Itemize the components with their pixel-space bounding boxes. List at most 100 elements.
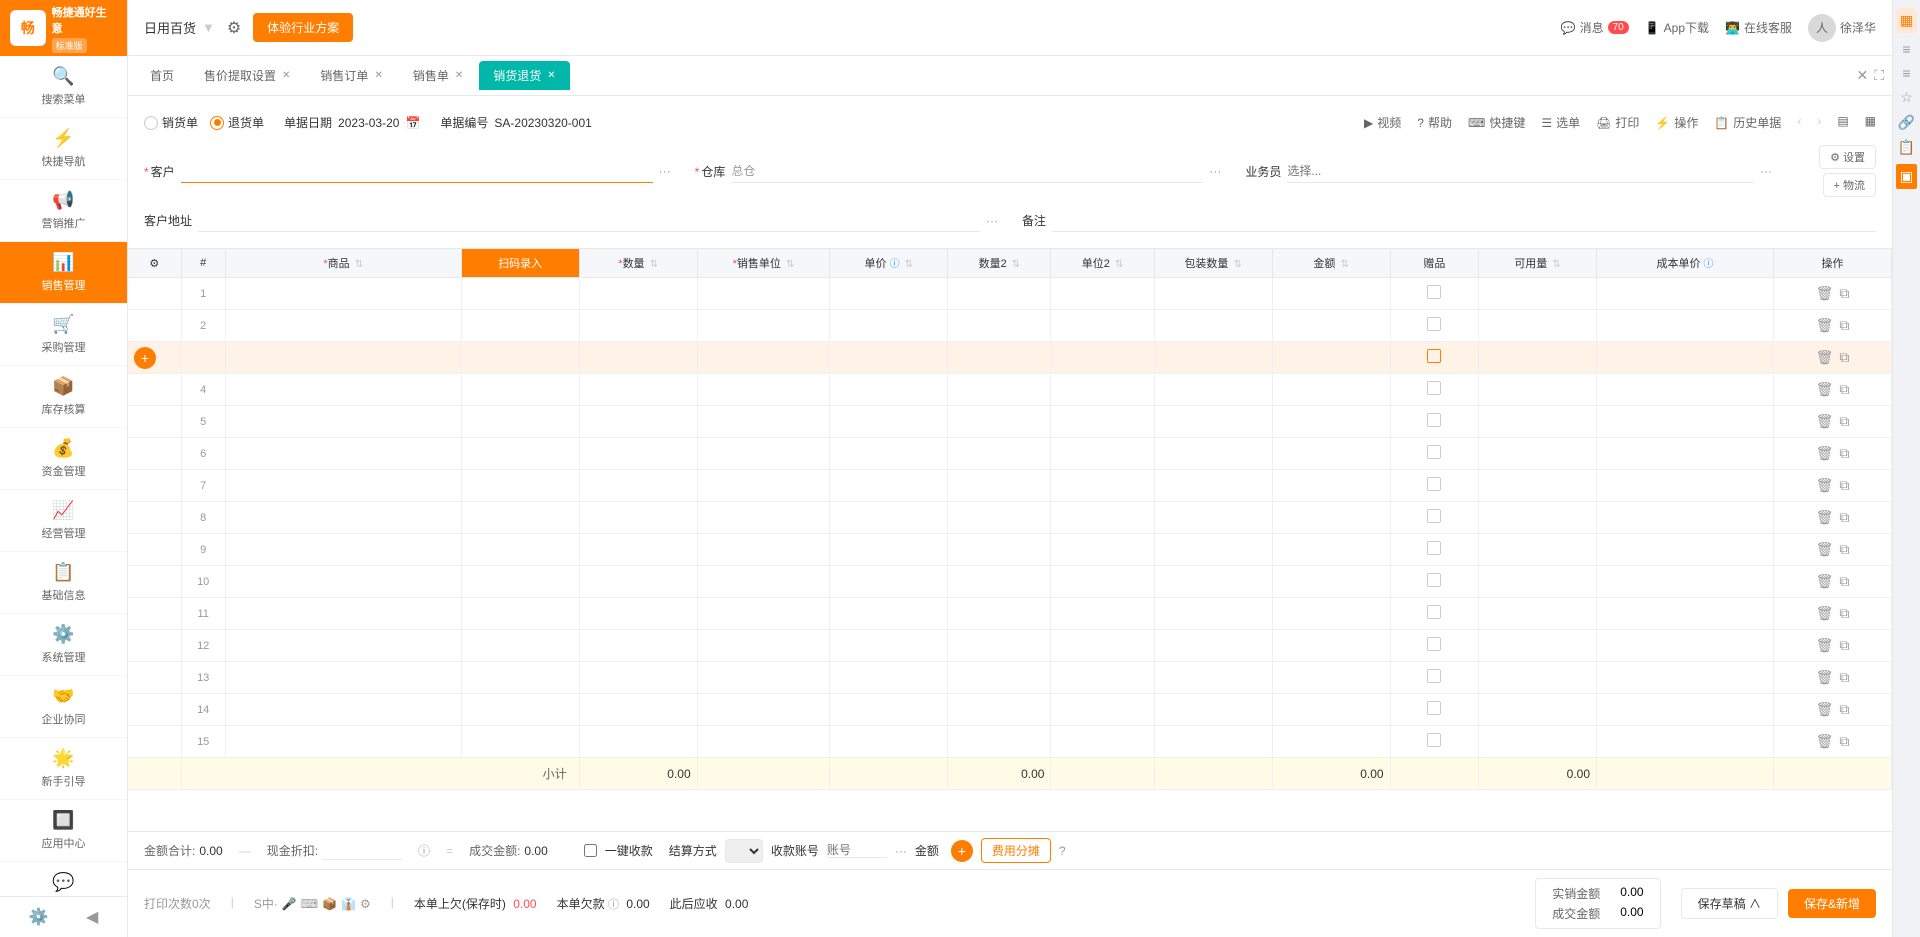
tab-sales-return[interactable]: 销货退货 ✕ (479, 61, 569, 90)
sidebar-item-marketing[interactable]: 📢 营销推广 (0, 180, 127, 242)
copy-icon-10[interactable]: ⧉ (1839, 573, 1849, 590)
radio-delivery[interactable]: 销货单 (144, 114, 198, 131)
sidebar-item-wechat[interactable]: 💬 企业微信 (0, 862, 127, 896)
experience-button[interactable]: 体验行业方案 (253, 13, 353, 42)
sidebar-item-quick-nav[interactable]: ⚡ 快捷导航 (0, 118, 127, 180)
row-price-2[interactable] (830, 310, 948, 342)
copy-icon-8[interactable]: ⧉ (1839, 509, 1849, 526)
add-row-button[interactable]: + (134, 347, 156, 369)
row-qty2-2[interactable] (948, 310, 1051, 342)
row-gift-1[interactable] (1390, 278, 1478, 310)
row-pkg-qty-1[interactable] (1154, 278, 1272, 310)
customer-dots[interactable]: ··· (659, 164, 671, 178)
row-product-3[interactable] (225, 342, 461, 374)
delete-icon-8[interactable]: 🗑 (1816, 509, 1834, 526)
delete-icon-3[interactable]: 🗑 (1816, 349, 1834, 366)
row-unit2-1[interactable] (1051, 278, 1154, 310)
sidebar-item-newbie[interactable]: 🌟 新手引导 (0, 738, 127, 800)
tab-sales-order[interactable]: 销售订单 ✕ (306, 61, 396, 90)
warehouse-dots[interactable]: ··· (1209, 164, 1221, 178)
radio-return[interactable]: 退货单 (210, 114, 264, 131)
row-qty2-1[interactable] (948, 278, 1051, 310)
copy-icon-12[interactable]: ⧉ (1839, 637, 1849, 654)
delete-icon-4[interactable]: 🗑 (1816, 381, 1834, 398)
row-cost-3[interactable] (1597, 342, 1774, 374)
unit2-sort-icon[interactable]: ⇅ (1115, 259, 1123, 270)
save-draft-button[interactable]: 保存草稿 ∧ (1681, 888, 1778, 919)
doc-action-video[interactable]: ▶ 视频 (1364, 114, 1401, 131)
notes-input[interactable] (1052, 209, 1876, 232)
delete-icon-1[interactable]: 🗑 (1816, 285, 1834, 302)
tab-price-setting-close[interactable]: ✕ (282, 70, 290, 81)
table-container[interactable]: ⚙ # *商品 ⇅ 扫码录入 *数量 (128, 249, 1892, 831)
tab-sales-delivery[interactable]: 销售单 ✕ (399, 61, 477, 90)
sales-unit-sort-icon[interactable]: ⇅ (786, 259, 794, 270)
delete-icon-11[interactable]: 🗑 (1816, 605, 1834, 622)
staff-input[interactable] (1287, 160, 1754, 183)
staff-dots[interactable]: ··· (1760, 164, 1772, 178)
product-sort-icon[interactable]: ⇅ (355, 259, 363, 270)
copy-icon-13[interactable]: ⧉ (1839, 669, 1849, 686)
help-tooltip-icon[interactable]: ⓘ (418, 842, 430, 859)
rp-icon-4[interactable]: ☆ (1900, 89, 1913, 106)
split-button[interactable]: 费用分摊 (981, 838, 1051, 863)
sidebar-item-purchase[interactable]: 🛒 采购管理 (0, 304, 127, 366)
setting-button[interactable]: ⚙ 设置 (1819, 145, 1876, 169)
address-input[interactable] (198, 209, 980, 232)
nav-next[interactable]: › (1817, 114, 1821, 131)
customer-input[interactable] (181, 160, 653, 183)
delete-icon-5[interactable]: 🗑 (1816, 413, 1834, 430)
row-qty-1[interactable] (579, 278, 697, 310)
row-product-1[interactable] (225, 278, 461, 310)
sidebar-item-apps[interactable]: 🔲 应用中心 (0, 800, 127, 862)
delete-icon-13[interactable]: 🗑 (1816, 669, 1834, 686)
col-settings[interactable]: ⚙ (128, 249, 181, 278)
row-available-3[interactable] (1479, 342, 1597, 374)
sidebar-item-operation[interactable]: 📈 经营管理 (0, 490, 127, 552)
gift-checkbox-1[interactable] (1427, 285, 1441, 299)
doc-action-print[interactable]: 🖨 打印 (1596, 114, 1639, 131)
copy-icon-11[interactable]: ⧉ (1839, 605, 1849, 622)
sidebar-item-inventory[interactable]: 📦 库存核算 (0, 366, 127, 428)
delete-icon-10[interactable]: 🗑 (1816, 573, 1834, 590)
row-sales-unit-2[interactable] (697, 310, 830, 342)
tab-sales-return-close[interactable]: ✕ (547, 70, 555, 81)
tab-home[interactable]: 首页 (136, 61, 188, 90)
account-dots[interactable]: ··· (895, 844, 907, 858)
delete-icon-12[interactable]: 🗑 (1816, 637, 1834, 654)
copy-icon-2[interactable]: ⧉ (1839, 317, 1849, 334)
copy-icon-5[interactable]: ⧉ (1839, 413, 1849, 430)
view-grid-icon[interactable]: ▦ (1865, 114, 1876, 131)
payment-checkbox[interactable] (584, 844, 597, 857)
sidebar-item-finance[interactable]: 💰 资金管理 (0, 428, 127, 490)
sidebar-settings-icon[interactable]: ⚙️ (29, 907, 49, 927)
tab-sales-order-close[interactable]: ✕ (374, 70, 382, 81)
tab-close-action[interactable]: ✕ (1856, 67, 1868, 84)
cost-info-icon[interactable]: ⓘ (1704, 259, 1714, 270)
qty-sort-icon[interactable]: ⇅ (650, 259, 658, 270)
doc-action-history[interactable]: 📋 历史单据 (1714, 114, 1781, 131)
current-debt-tooltip[interactable]: ⓘ (608, 899, 619, 911)
app-download-button[interactable]: 📱 App下载 (1645, 19, 1709, 36)
view-list-icon[interactable]: ▤ (1837, 114, 1848, 131)
col-scan[interactable]: 扫码录入 (461, 249, 579, 278)
nav-prev[interactable]: ‹ (1797, 114, 1801, 131)
doc-action-shortcuts[interactable]: ⌨ 快捷键 (1468, 114, 1525, 131)
user-menu[interactable]: 人 徐泽华 (1808, 14, 1876, 42)
rp-icon-6[interactable]: 📋 (1898, 139, 1915, 156)
delete-icon-9[interactable]: 🗑 (1816, 541, 1834, 558)
rp-icon-1[interactable]: ▦ (1896, 8, 1917, 33)
copy-icon-7[interactable]: ⧉ (1839, 477, 1849, 494)
row-price-1[interactable] (830, 278, 948, 310)
row-amount-1[interactable] (1272, 278, 1390, 310)
calc-method-select[interactable] (725, 839, 763, 863)
calendar-icon[interactable]: 📅 (405, 116, 420, 130)
discount-input[interactable] (322, 841, 402, 860)
row-qty-3[interactable] (579, 342, 697, 374)
row-available-2[interactable] (1479, 310, 1597, 342)
doc-action-select[interactable]: ☰ 选单 (1541, 114, 1580, 131)
add-payment-button[interactable]: + (951, 840, 973, 862)
copy-icon-6[interactable]: ⧉ (1839, 445, 1849, 462)
message-button[interactable]: 💬 消息 70 (1561, 19, 1629, 36)
doc-action-operation[interactable]: ⚡ 操作 (1655, 114, 1698, 131)
